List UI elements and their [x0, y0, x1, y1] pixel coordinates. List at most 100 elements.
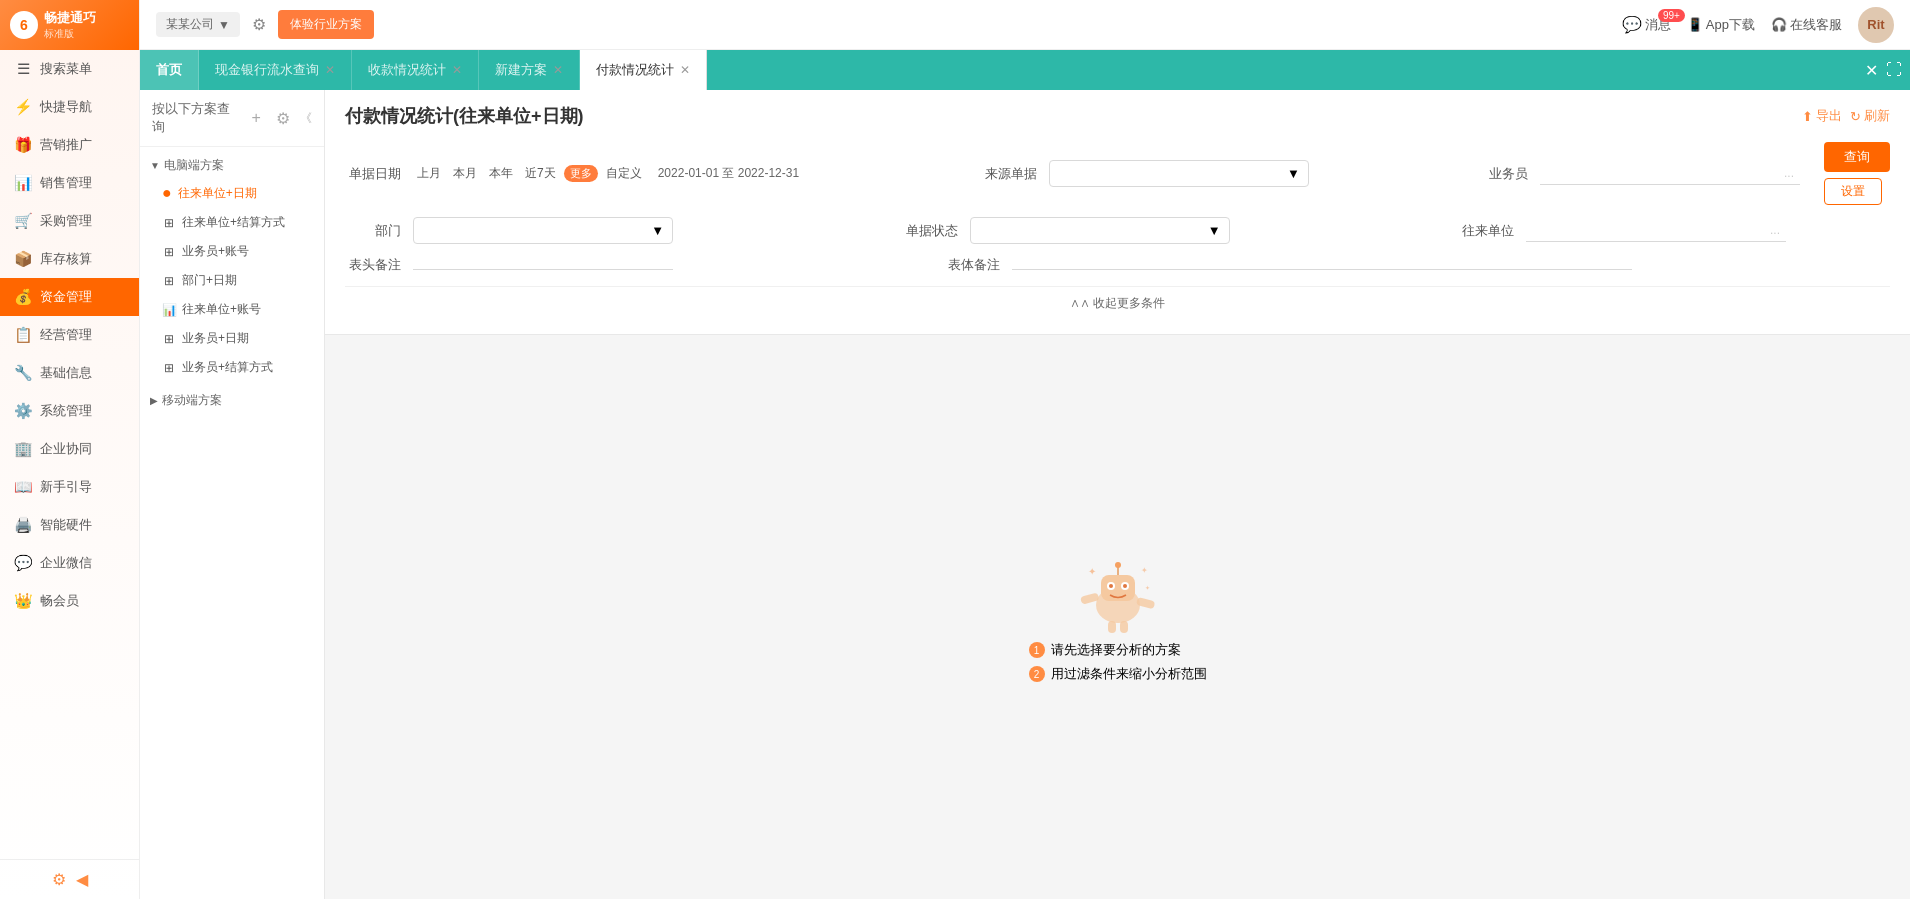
collapse-text: 收起更多条件 — [1093, 296, 1165, 310]
sidebar-item-guide[interactable]: 📖 新手引导 — [0, 468, 139, 506]
scheme-item-dept-date[interactable]: ⊞ 部门+日期 — [140, 266, 324, 295]
chart-icon: 📊 — [162, 303, 176, 317]
filter-form: 付款情况统计(往来单位+日期) ⬆ 导出 ↻ 刷新 单据日期 — [325, 90, 1910, 335]
sidebar-item-quick[interactable]: ⚡ 快捷导航 — [0, 88, 139, 126]
export-icon: ⬆ — [1802, 109, 1813, 124]
date-custom-btn[interactable]: 自定义 — [602, 163, 646, 184]
sidebar-item-corp[interactable]: 🏢 企业协同 — [0, 430, 139, 468]
refresh-btn[interactable]: ↻ 刷新 — [1850, 107, 1890, 125]
tab-home[interactable]: 首页 — [140, 50, 199, 90]
setting-btn[interactable]: 设置 — [1824, 178, 1882, 205]
basic-icon: 🔧 — [14, 364, 32, 382]
sidebar-item-hardware[interactable]: 🖨️ 智能硬件 — [0, 506, 139, 544]
tab-close-icon[interactable]: ✕ — [325, 63, 335, 77]
tbody-note-input[interactable] — [1012, 261, 1632, 270]
scheme-item-staff-account[interactable]: ⊞ 业务员+账号 — [140, 237, 324, 266]
source-select[interactable]: ▼ — [1049, 160, 1309, 187]
date-last-month-btn[interactable]: 上月 — [413, 163, 445, 184]
data-area: ✦ ✦ ✦ 1 请先选择要分析的方案 2 用过滤条件来缩小分析范围 — [325, 335, 1910, 899]
close-all-tabs-btn[interactable]: ✕ — [1865, 61, 1878, 80]
main-area: 某某公司 ▼ ⚙ 体验行业方案 💬 消息 99+ 📱 App下载 🎧 在线客服 … — [140, 0, 1910, 899]
trial-btn[interactable]: 体验行业方案 — [278, 10, 374, 39]
scheme-group-mobile[interactable]: ▶ 移动端方案 — [140, 388, 324, 413]
export-btn[interactable]: ⬆ 导出 — [1802, 107, 1842, 125]
sidebar-item-basic[interactable]: 🔧 基础信息 — [0, 354, 139, 392]
fullscreen-btn[interactable]: ⛶ — [1886, 61, 1902, 79]
filter-row-3: 表头备注 表体备注 — [345, 256, 1890, 274]
step-2-num: 2 — [1029, 666, 1045, 682]
operation-icon: 📋 — [14, 326, 32, 344]
sidebar-item-sales[interactable]: 📊 销售管理 — [0, 164, 139, 202]
salesperson-input[interactable]: ... — [1540, 162, 1800, 185]
tab-new[interactable]: 新建方案 ✕ — [479, 50, 580, 90]
date-7days-btn[interactable]: 近7天 — [521, 163, 560, 184]
counterparty-dots: ... — [1770, 223, 1780, 237]
tab-close-icon[interactable]: ✕ — [680, 63, 690, 77]
sidebar-item-system[interactable]: ⚙️ 系统管理 — [0, 392, 139, 430]
thead-note-input[interactable] — [413, 261, 673, 270]
scheme-item-unit-settle[interactable]: ⊞ 往来单位+结算方式 — [140, 208, 324, 237]
app-download-btn[interactable]: 📱 App下载 — [1687, 16, 1755, 34]
tab-close-icon[interactable]: ✕ — [553, 63, 563, 77]
scheme-item-staff-settle[interactable]: ⊞ 业务员+结算方式 — [140, 353, 324, 382]
collapse-icon: ∧∧ — [1070, 296, 1093, 310]
tab-bank[interactable]: 现金银行流水查询 ✕ — [199, 50, 352, 90]
user-company-selector[interactable]: 某某公司 ▼ — [156, 12, 240, 37]
settings-footer-btn[interactable]: ⚙ — [52, 870, 66, 889]
page-title-row: 付款情况统计(往来单位+日期) ⬆ 导出 ↻ 刷新 — [345, 104, 1890, 128]
tab-label: 现金银行流水查询 — [215, 61, 319, 79]
tab-receipt[interactable]: 收款情况统计 ✕ — [352, 50, 479, 90]
sidebar-header: 6 畅捷通巧 标准版 — [0, 0, 139, 50]
dept-select[interactable]: ▼ — [413, 217, 673, 244]
tab-close-icon[interactable]: ✕ — [452, 63, 462, 77]
quick-nav-icon: ⚡ — [14, 98, 32, 116]
date-more-btn[interactable]: 更多 — [564, 165, 598, 182]
scheme-item-label: 业务员+账号 — [182, 243, 249, 260]
sidebar-item-operation[interactable]: 📋 经营管理 — [0, 316, 139, 354]
date-this-year-btn[interactable]: 本年 — [485, 163, 517, 184]
sidebar-item-inventory[interactable]: 📦 库存核算 — [0, 240, 139, 278]
scheme-group-desktop[interactable]: ▼ 电脑端方案 — [140, 153, 324, 178]
sidebar-item-capital[interactable]: 💰 资金管理 — [0, 278, 139, 316]
scheme-item-staff-date[interactable]: ⊞ 业务员+日期 — [140, 324, 324, 353]
scheme-tree: ▼ 电脑端方案 ● 往来单位+日期 ⊞ 往来单位+结算方式 ⊞ 业务员+账号 ⊞ — [140, 147, 324, 899]
scheme-item-unit-date[interactable]: ● 往来单位+日期 — [140, 178, 324, 208]
svg-point-5 — [1123, 584, 1127, 588]
dept-dropdown-icon: ▼ — [651, 223, 664, 238]
sidebar-item-search[interactable]: ☰ 搜索菜单 — [0, 50, 139, 88]
sidebar-item-label: 新手引导 — [40, 478, 92, 496]
date-range-display: 2022-01-01 至 2022-12-31 — [658, 165, 818, 182]
scheme-active-icon: ● — [162, 184, 172, 202]
scheme-item-icon: ⊞ — [162, 274, 176, 288]
sidebar-item-purchase[interactable]: 🛒 采购管理 — [0, 202, 139, 240]
user-avatar[interactable]: Rit — [1858, 7, 1894, 43]
query-btn[interactable]: 查询 — [1824, 142, 1890, 172]
tab-payment[interactable]: 付款情况统计 ✕ — [580, 50, 707, 90]
scheme-item-label: 业务员+结算方式 — [182, 359, 273, 376]
scheme-collapse-btn[interactable]: 《 — [300, 110, 312, 127]
filter-area: 付款情况统计(往来单位+日期) ⬆ 导出 ↻ 刷新 单据日期 — [325, 90, 1910, 899]
settings-gear-icon[interactable]: ⚙ — [252, 15, 266, 34]
service-icon: 🎧 — [1771, 17, 1787, 32]
collapse-more-btn[interactable]: ∧∧ 收起更多条件 — [345, 286, 1890, 320]
scheme-item-icon: ⊞ — [162, 332, 176, 346]
scheme-item-unit-account[interactable]: 📊 往来单位+账号 — [140, 295, 324, 324]
sidebar-item-wechat[interactable]: 💬 企业微信 — [0, 544, 139, 582]
counterparty-input[interactable]: ... — [1526, 219, 1786, 242]
date-this-month-btn[interactable]: 本月 — [449, 163, 481, 184]
scheme-item-label: 往来单位+日期 — [178, 185, 257, 202]
message-btn[interactable]: 💬 消息 99+ — [1622, 15, 1671, 34]
online-service-btn[interactable]: 🎧 在线客服 — [1771, 16, 1842, 34]
salesperson-label: 业务员 — [1472, 165, 1528, 183]
group-collapse-icon: ▶ — [150, 395, 158, 406]
scheme-add-btn[interactable]: + — [246, 107, 267, 129]
date-range-text: 2022-01-01 至 2022-12-31 — [658, 165, 818, 182]
sidebar-item-member[interactable]: 👑 畅会员 — [0, 582, 139, 620]
collapse-sidebar-btn[interactable]: ◀ — [76, 870, 88, 889]
empty-step-1: 1 请先选择要分析的方案 — [1029, 641, 1207, 659]
scheme-gear-btn[interactable]: ⚙ — [273, 107, 294, 129]
sidebar-item-marketing[interactable]: 🎁 营销推广 — [0, 126, 139, 164]
member-icon: 👑 — [14, 592, 32, 610]
source-dropdown-icon: ▼ — [1287, 166, 1300, 181]
status-select[interactable]: ▼ — [970, 217, 1230, 244]
